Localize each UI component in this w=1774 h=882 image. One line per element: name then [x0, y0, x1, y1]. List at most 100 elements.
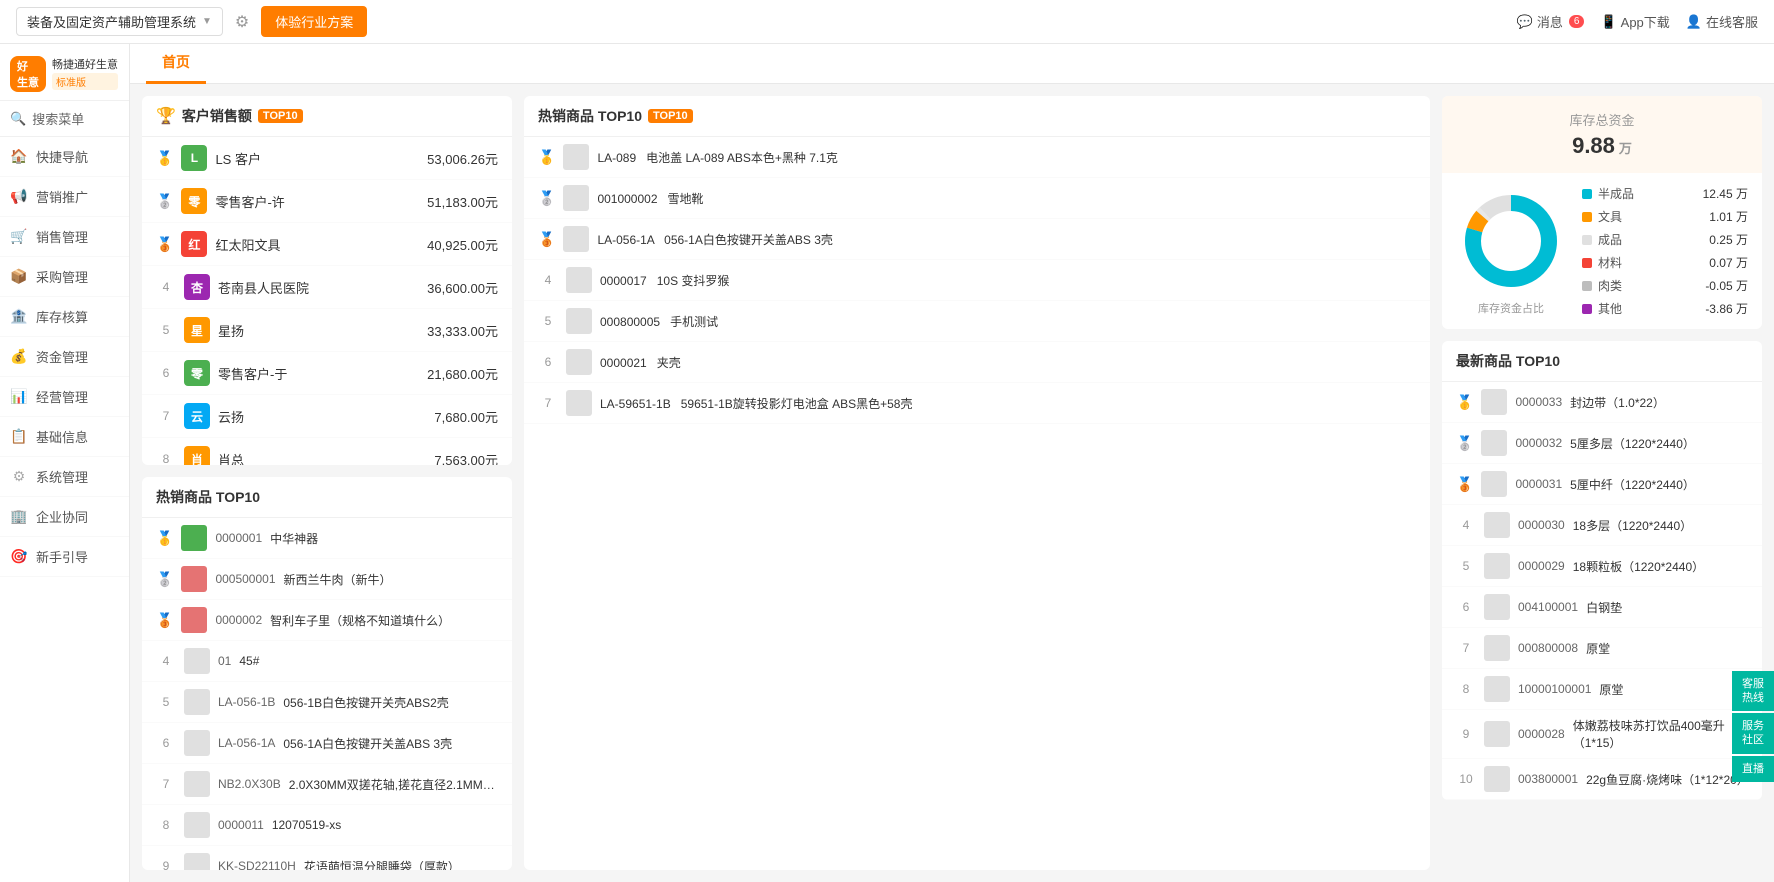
message-button[interactable]: 💬 消息 6	[1517, 12, 1585, 31]
product-image	[1481, 471, 1507, 497]
search-menu-item[interactable]: 🔍 搜索菜单	[0, 101, 129, 137]
sidebar-item-finance[interactable]: 💰 资金管理	[0, 337, 129, 377]
live-stream-button[interactable]: 直播	[1732, 756, 1774, 782]
message-icon: 💬	[1517, 14, 1533, 30]
sidebar-item-label: 资金管理	[36, 347, 88, 366]
product-image	[184, 730, 210, 756]
donut-section: 库存资金占比 半成品 12.45 万 文具 1.01 万	[1442, 173, 1762, 329]
new-product-item: 🥉 0000031 5厘中纤（1220*2440）	[1442, 464, 1762, 505]
legend-item: 其他 -3.86 万	[1582, 300, 1748, 317]
legend-dot	[1582, 258, 1592, 268]
mobile-icon: 📱	[1600, 14, 1616, 30]
customer-ranking-card: 🏆 客户销售额 TOP10 🥇 L LS 客户 53,006.26元	[142, 96, 512, 465]
product-image	[184, 812, 210, 838]
settings-button[interactable]: ⚙	[231, 8, 253, 36]
product-image	[181, 566, 207, 592]
enterprise-icon: 🏢	[10, 508, 28, 526]
sidebar-item-operations[interactable]: 📊 经营管理	[0, 377, 129, 417]
medal-icon: 🥉	[156, 236, 173, 253]
avatar: 零	[184, 360, 210, 386]
chevron-down-icon: ▼	[202, 16, 212, 27]
product-image	[184, 771, 210, 797]
product-image	[1481, 389, 1507, 415]
rank-item: 7 云 云扬 7,680.00元	[142, 395, 512, 438]
medal-icon: 🥉	[1456, 476, 1473, 493]
legend-item: 成品 0.25 万	[1582, 231, 1748, 248]
sidebar-item-enterprise[interactable]: 🏢 企业协同	[0, 497, 129, 537]
hot-products-mid-title: 热销商品 TOP10	[538, 106, 642, 126]
rank-item: 8 肖 肖总 7,563.00元	[142, 438, 512, 465]
customer-ranking-title: 客户销售额	[182, 106, 252, 126]
tab-home[interactable]: 首页	[146, 44, 206, 84]
customer-service-button[interactable]: 客服热线	[1732, 671, 1774, 712]
online-service-button[interactable]: 👤 在线客服	[1686, 12, 1758, 31]
product-item: 4 01 45#	[142, 641, 512, 682]
sidebar-item-sales[interactable]: 🛒 销售管理	[0, 217, 129, 257]
system-selector[interactable]: 装备及固定资产辅助管理系统 ▼	[16, 7, 223, 36]
new-product-item: 🥈 0000032 5厘多层（1220*2440）	[1442, 423, 1762, 464]
hot-products-mid-list: 🥇 LA-089 电池盖 LA-089 ABS本色+黑种 7.1克 🥈 0010…	[524, 137, 1430, 424]
operations-icon: 📊	[10, 388, 28, 406]
hot-products-mid-card: 热销商品 TOP10 TOP10 🥇 LA-089 电池盖 LA-089 ABS…	[524, 96, 1430, 870]
logo-icon: 好生意	[10, 56, 46, 92]
mid-column: 热销商品 TOP10 TOP10 🥇 LA-089 电池盖 LA-089 ABS…	[524, 96, 1430, 870]
product-image	[1481, 430, 1507, 456]
new-product-item: 7 000800008 原堂	[1442, 628, 1762, 669]
sidebar-item-shortcuts[interactable]: 🏠 快捷导航	[0, 137, 129, 177]
sidebar-item-guide[interactable]: 🎯 新手引导	[0, 537, 129, 577]
app-download-button[interactable]: 📱 App下载	[1600, 12, 1669, 31]
rank-item: 4 杏 苍南县人民医院 36,600.00元	[142, 266, 512, 309]
hot-products-mid-header: 热销商品 TOP10 TOP10	[524, 96, 1430, 137]
avatar: 星	[184, 317, 210, 343]
product-image	[566, 390, 592, 416]
trophy-icon: 🏆	[156, 106, 176, 126]
medal-icon: 🥈	[156, 571, 173, 588]
topbar-left: 装备及固定资产辅助管理系统 ▼ ⚙ 体验行业方案	[16, 6, 367, 37]
product-image	[1484, 553, 1510, 579]
service-community-button[interactable]: 服务社区	[1732, 713, 1774, 754]
product-image	[1484, 635, 1510, 661]
search-icon: 🔍	[10, 111, 26, 127]
sidebar-item-label: 经营管理	[36, 387, 88, 406]
main-content: 🏆 客户销售额 TOP10 🥇 L LS 客户 53,006.26元	[130, 84, 1774, 882]
sidebar-item-label: 营销推广	[36, 187, 88, 206]
sidebar-item-inventory[interactable]: 🏦 库存核算	[0, 297, 129, 337]
product-image	[563, 185, 589, 211]
product-item: 7 LA-59651-1B 59651-1B旋转投影灯电池盒 ABS黑色+58壳	[524, 383, 1430, 424]
product-image	[563, 226, 589, 252]
logo-text: 畅捷通好生意	[52, 58, 118, 72]
product-item: 🥉 LA-056-1A 056-1A白色按键开关盖ABS 3壳	[524, 219, 1430, 260]
service-label: 在线客服	[1706, 12, 1758, 31]
legend-dot	[1582, 212, 1592, 222]
top10-badge: TOP10	[258, 109, 303, 123]
sidebar: 好生意 畅捷通好生意 标准版 🔍 搜索菜单 🏠 快捷导航 📢 营销推广 🛒 销售…	[0, 44, 130, 882]
left-column: 🏆 客户销售额 TOP10 🥇 L LS 客户 53,006.26元	[142, 96, 512, 870]
product-item: 🥇 0000001 中华神器	[142, 518, 512, 559]
legend-dot	[1582, 281, 1592, 291]
trial-button[interactable]: 体验行业方案	[261, 6, 367, 37]
new-product-item: 4 0000030 18多层（1220*2440）	[1442, 505, 1762, 546]
sales-icon: 🛒	[10, 228, 28, 246]
new-product-item: 6 004100001 白钢垫	[1442, 587, 1762, 628]
product-item: 5 LA-056-1B 056-1B白色按键开关壳ABS2壳	[142, 682, 512, 723]
sidebar-item-base-info[interactable]: 📋 基础信息	[0, 417, 129, 457]
inventory-chart-label: 库存资金占比	[1456, 300, 1566, 316]
inventory-legend: 半成品 12.45 万 文具 1.01 万 成品 0	[1582, 185, 1748, 317]
hot-products-card: 热销商品 TOP10 🥇 0000001 中华神器 🥈 000500001	[142, 477, 512, 870]
sidebar-logo: 好生意 畅捷通好生意 标准版	[0, 44, 129, 101]
sidebar-item-marketing[interactable]: 📢 营销推广	[0, 177, 129, 217]
product-image	[181, 525, 207, 551]
customer-ranking-header: 🏆 客户销售额 TOP10	[142, 96, 512, 137]
sidebar-item-purchase[interactable]: 📦 采购管理	[0, 257, 129, 297]
medal-icon: 🥉	[156, 612, 173, 629]
medal-icon: 🥇	[156, 530, 173, 547]
topbar: 装备及固定资产辅助管理系统 ▼ ⚙ 体验行业方案 💬 消息 6 📱 App下载 …	[0, 0, 1774, 44]
medal-icon: 🥈	[538, 190, 555, 207]
avatar: 零	[181, 188, 207, 214]
product-item: 🥉 0000002 智利车子里（规格不知道填什么）	[142, 600, 512, 641]
new-product-item: 10 003800001 22g鱼豆腐·烧烤味（1*12*20）	[1442, 759, 1762, 800]
sidebar-item-system[interactable]: ⚙ 系统管理	[0, 457, 129, 497]
logo-badge: 标准版	[52, 73, 118, 90]
product-item: 9 KK-SD22110H 花语萌恒温分腿睡袋（厚款）	[142, 846, 512, 870]
medal-icon: 🥈	[156, 193, 173, 210]
